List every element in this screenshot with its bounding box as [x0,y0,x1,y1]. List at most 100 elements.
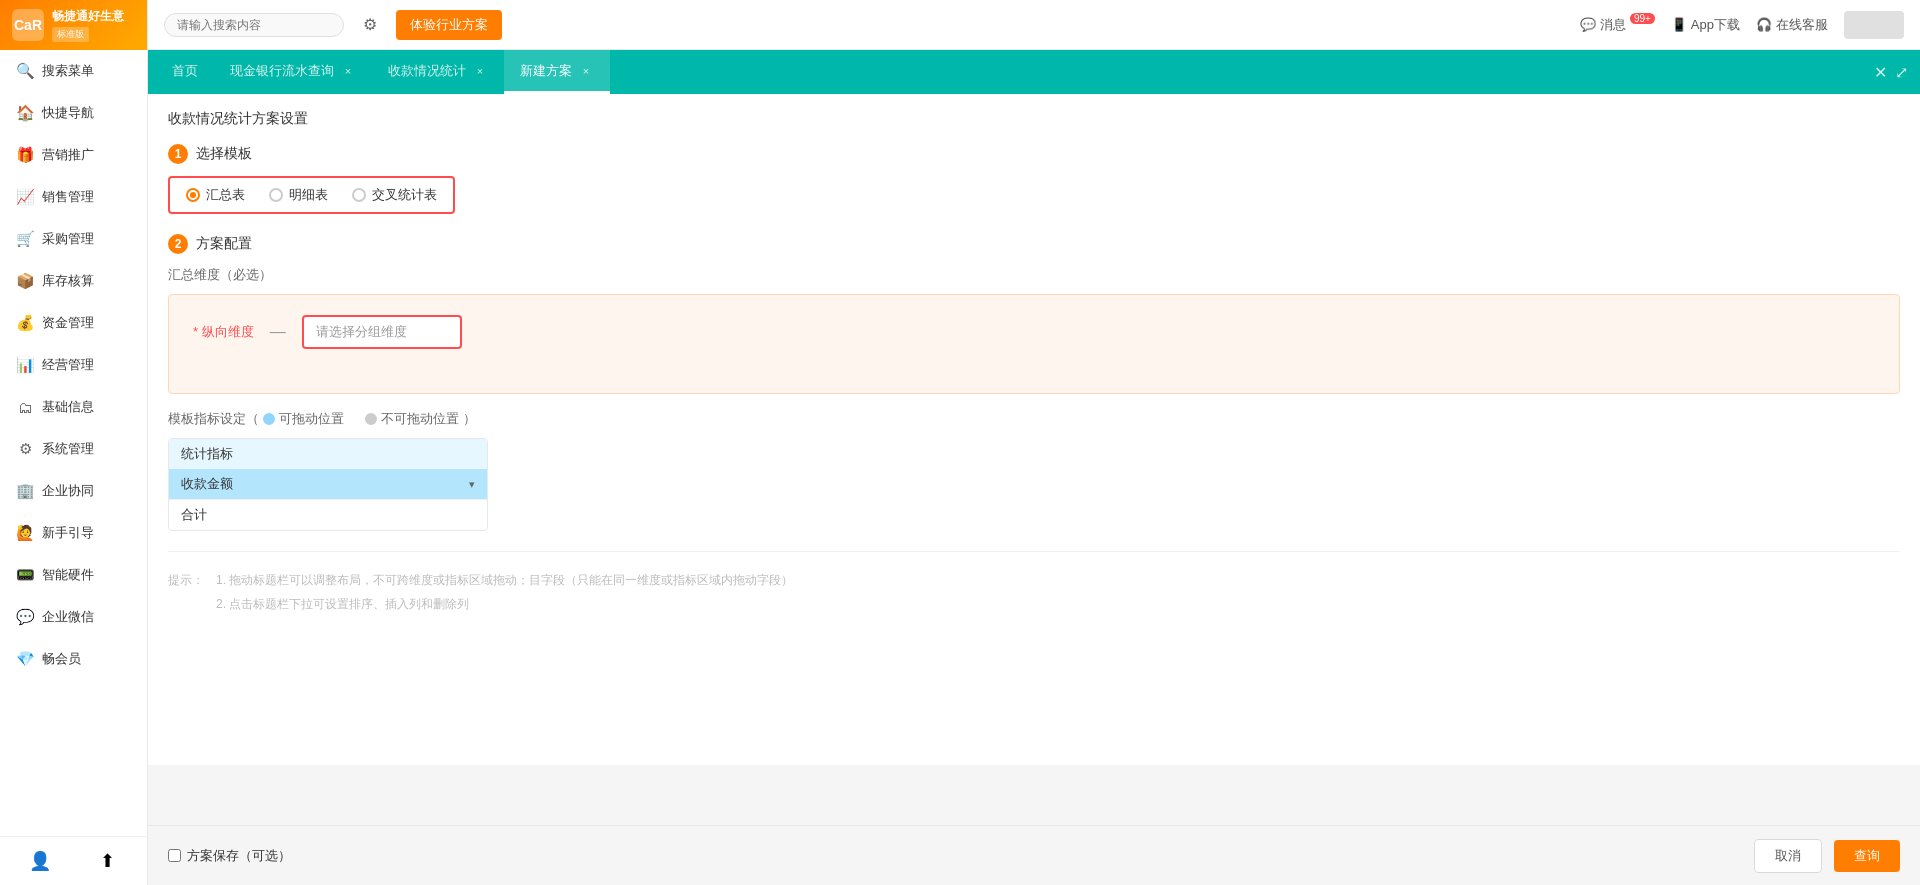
tab-collection-stats-close[interactable]: × [472,63,488,79]
arrow-icon: — [270,323,286,341]
tabbar-expand-icon[interactable]: ⤢ [1895,63,1908,82]
user-icon: 👤 [29,850,51,872]
sidebar-item-enterprise-collab[interactable]: 🏢 企业协同 [0,470,147,512]
sidebar-bottom-btn-1[interactable]: 👤 [8,845,72,877]
hardware-icon: 📟 [16,566,34,584]
notification-item[interactable]: 💬 消息 99+ [1580,16,1655,34]
config-section: 汇总维度（必选） * 纵向维度 — 请选择分组维度 模板 [168,266,1900,616]
radio-circle-summary [186,188,200,202]
support-label: 在线客服 [1776,16,1828,34]
sidebar-item-search[interactable]: 🔍 搜索菜单 [0,50,147,92]
user-avatar[interactable] [1844,11,1904,39]
section-number-2: 2 [168,234,188,254]
tab-collection-stats[interactable]: 收款情况统计 × [372,50,504,94]
tab-bank-flow-close[interactable]: × [340,63,356,79]
topbar: ⚙ 体验行业方案 💬 消息 99+ 📱 App下载 🎧 在线客服 [148,0,1920,50]
cancel-button[interactable]: 取消 [1754,839,1822,873]
download-icon: 📱 [1671,17,1687,32]
support-item[interactable]: 🎧 在线客服 [1756,16,1828,34]
search-icon: 🔍 [16,62,34,80]
sidebar-label-operations: 经营管理 [42,356,94,374]
save-checkbox[interactable] [168,849,181,862]
metrics-header-row: 模板指标设定（ 可拖动位置 不可拖动位置 ） [168,410,1900,428]
search-input[interactable] [164,13,344,37]
save-label: 方案保存（可选） [187,847,291,865]
topbar-right: 💬 消息 99+ 📱 App下载 🎧 在线客服 [1580,11,1904,39]
radio-circle-cross [352,188,366,202]
sidebar-item-smart-hardware[interactable]: 📟 智能硬件 [0,554,147,596]
sidebar-label-marketing: 营销推广 [42,146,94,164]
content-area: 收款情况统计方案设置 1 选择模板 汇总表 明细表 [148,94,1920,825]
page-title: 收款情况统计方案设置 [168,110,1900,128]
notification-label: 消息 [1600,16,1626,34]
tab-new-plan-close[interactable]: × [578,63,594,79]
sidebar-item-system[interactable]: ⚙ 系统管理 [0,428,147,470]
tabbar-close-icon[interactable]: ✕ [1874,63,1887,82]
dimension-row: * 纵向维度 — 请选择分组维度 [193,315,1875,349]
sidebar-item-inventory[interactable]: 📦 库存核算 [0,260,147,302]
metrics-table-header: 统计指标 [169,439,487,469]
gear-icon[interactable]: ⚙ [356,11,384,39]
logo-badge: 标准版 [52,27,89,42]
sidebar-item-enterprise-wechat[interactable]: 💬 企业微信 [0,596,147,638]
section-config-header: 2 方案配置 [168,234,1900,254]
radio-summary-label: 汇总表 [206,186,245,204]
sidebar-item-basic-info[interactable]: 🗂 基础信息 [0,386,147,428]
download-label: App下载 [1691,16,1740,34]
sidebar-bottom: 👤 ⬆ [0,836,147,885]
section-number-1: 1 [168,144,188,164]
inventory-icon: 📦 [16,272,34,290]
tab-collection-stats-label: 收款情况统计 [388,62,466,80]
tab-bank-flow[interactable]: 现金银行流水查询 × [214,50,372,94]
radio-cross[interactable]: 交叉统计表 [352,186,437,204]
tab-new-plan[interactable]: 新建方案 × [504,50,610,94]
dimension-select[interactable]: 请选择分组维度 [302,315,462,349]
legend-dot-draggable [263,413,275,425]
sidebar-logo: CaR 畅捷通好生意 标准版 [0,0,147,50]
legend-draggable-label: 可拖动位置 [279,410,344,428]
system-icon: ⚙ [16,440,34,458]
save-checkbox-label[interactable]: 方案保存（可选） [168,847,291,865]
trial-button[interactable]: 体验行业方案 [396,10,502,40]
tabbar-right: ✕ ⤢ [1874,50,1912,94]
sidebar-item-purchase[interactable]: 🛒 采购管理 [0,218,147,260]
query-button[interactable]: 查询 [1834,840,1900,872]
radio-summary[interactable]: 汇总表 [186,186,245,204]
footer: 方案保存（可选） 取消 查询 [148,825,1920,885]
dimension-area: * 纵向维度 — 请选择分组维度 [168,294,1900,394]
gift-icon: 🎁 [16,146,34,164]
dimension-label: 汇总维度（必选） [168,266,1900,284]
sidebar-item-marketing[interactable]: 🎁 营销推广 [0,134,147,176]
tip-2: 2. 点击标题栏下拉可设置排序、插入列和删除列 [168,592,1900,616]
radio-cross-label: 交叉统计表 [372,186,437,204]
expand-icon: ⬆ [100,850,115,872]
legend-draggable: 可拖动位置 [263,410,344,428]
sidebar-item-member[interactable]: 💎 畅会员 [0,638,147,680]
finance-icon: 💰 [16,314,34,332]
sidebar-item-quick-nav[interactable]: 🏠 快捷导航 [0,92,147,134]
metrics-table: 统计指标 收款金额 ▾ 合计 [168,438,488,531]
sidebar-label-quick-nav: 快捷导航 [42,104,94,122]
radio-detail[interactable]: 明细表 [269,186,328,204]
tab-home[interactable]: 首页 [156,50,214,94]
legend-fixed: 不可拖动位置 [365,410,459,428]
sidebar-item-beginner[interactable]: 🙋 新手引导 [0,512,147,554]
dimension-select-placeholder: 请选择分组维度 [316,324,407,339]
beginner-icon: 🙋 [16,524,34,542]
logo-text: 畅捷通好生意 [52,8,124,25]
headset-icon: 🎧 [1756,17,1772,32]
sidebar-nav: 🔍 搜索菜单 🏠 快捷导航 🎁 营销推广 📈 销售管理 🛒 采购管理 📦 库存核… [0,50,147,836]
sidebar-item-finance[interactable]: 💰 资金管理 [0,302,147,344]
logo-icon: CaR [12,9,44,41]
logo-info: 畅捷通好生意 标准版 [52,8,124,42]
download-item[interactable]: 📱 App下载 [1671,16,1740,34]
radio-circle-detail [269,188,283,202]
wechat-icon: 💬 [16,608,34,626]
sidebar-item-operations[interactable]: 📊 经营管理 [0,344,147,386]
sidebar-item-sales[interactable]: 📈 销售管理 [0,176,147,218]
metrics-amount-row[interactable]: 收款金额 ▾ [169,469,487,499]
tips-section: 提示： 1. 拖动标题栏可以调整布局，不可跨维度或指标区域拖动；目字段（只能在同… [168,551,1900,616]
section-template-header: 1 选择模板 [168,144,1900,164]
metrics-separator [348,410,361,428]
sidebar-bottom-btn-2[interactable]: ⬆ [76,845,140,877]
